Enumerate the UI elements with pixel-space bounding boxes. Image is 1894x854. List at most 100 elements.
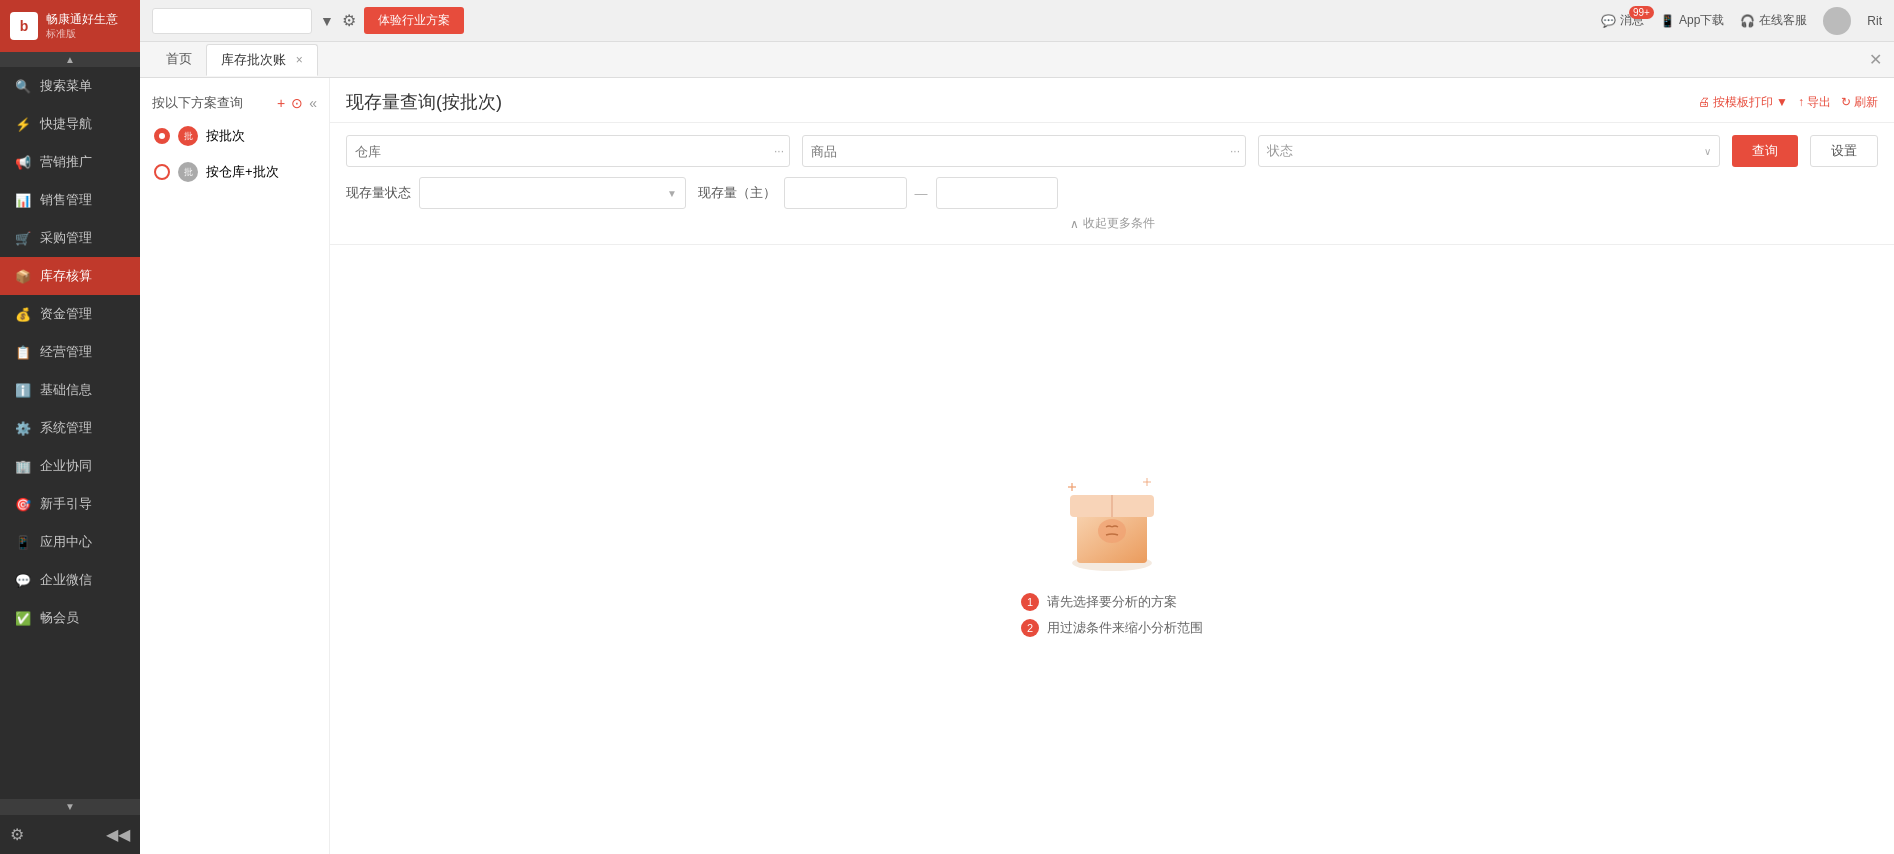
sidebar-item-search[interactable]: 🔍 搜索菜单 xyxy=(0,67,140,105)
hint-num-2: 2 xyxy=(1021,619,1039,637)
status-select[interactable]: 状态 ∨ xyxy=(1258,135,1720,167)
message-btn[interactable]: 💬 消息 99+ xyxy=(1601,12,1644,29)
empty-illustration xyxy=(1052,463,1172,573)
headphone-icon: 🎧 xyxy=(1740,14,1755,28)
sidebar-item-appstore[interactable]: 📱 应用中心 xyxy=(0,523,140,561)
goods-input[interactable] xyxy=(802,135,1246,167)
sidebar-item-label: 资金管理 xyxy=(40,305,92,323)
query-btn[interactable]: 查询 xyxy=(1732,135,1798,167)
export-btn[interactable]: ↑ 导出 xyxy=(1798,94,1831,111)
message-badge: 99+ xyxy=(1629,6,1654,19)
topbar-gear-btn[interactable]: ⚙ xyxy=(342,11,356,30)
sidebar-item-basic[interactable]: ℹ️ 基础信息 xyxy=(0,371,140,409)
panel-collapse-btn[interactable]: « xyxy=(309,95,317,111)
hint-item-1: 1 请先选择要分析的方案 xyxy=(1021,593,1203,611)
sidebar-item-label: 系统管理 xyxy=(40,419,92,437)
hint-num-1: 1 xyxy=(1021,593,1039,611)
collapse-button[interactable]: ◀◀ xyxy=(106,825,130,844)
sidebar-item-system[interactable]: ⚙️ 系统管理 xyxy=(0,409,140,447)
column-settings-btn[interactable]: 设置 xyxy=(1810,135,1878,167)
sidebar-item-newbie[interactable]: 🎯 新手引导 xyxy=(0,485,140,523)
warehouse-input[interactable] xyxy=(346,135,790,167)
collapse-more-btn[interactable]: ∧ 收起更多条件 xyxy=(346,209,1878,232)
sidebar-nav: 🔍 搜索菜单 ⚡ 快捷导航 📢 营销推广 📊 销售管理 🛒 采购管理 📦 库存核… xyxy=(0,67,140,799)
tab-close-btn[interactable]: × xyxy=(296,53,303,67)
stock-qty-max-input[interactable] xyxy=(936,177,1059,209)
sidebar-item-marketing[interactable]: 📢 营销推广 xyxy=(0,143,140,181)
sidebar-item-label: 企业微信 xyxy=(40,571,92,589)
filter-row-2: 现存量状态 ▼ 现存量（主） — xyxy=(346,177,1878,209)
app-download-btn[interactable]: 📱 App下载 xyxy=(1660,12,1724,29)
sidebar-item-label: 畅会员 xyxy=(40,609,79,627)
appstore-icon: 📱 xyxy=(14,533,32,551)
plan-label-batch: 按批次 xyxy=(206,127,245,145)
sidebar-item-purchase[interactable]: 🛒 采购管理 xyxy=(0,219,140,257)
filter-row-1: ··· ··· 状态 ∨ 查询 xyxy=(346,135,1878,167)
panel-actions: + ⊙ « xyxy=(277,95,317,111)
sidebar-item-shortcut[interactable]: ⚡ 快捷导航 xyxy=(0,105,140,143)
hint-item-2: 2 用过滤条件来缩小分析范围 xyxy=(1021,619,1203,637)
plan-radio-batch xyxy=(154,128,170,144)
sidebar-item-member[interactable]: ✅ 畅会员 xyxy=(0,599,140,637)
settings-button[interactable]: ⚙ xyxy=(10,825,24,844)
sidebar-item-finance[interactable]: 💰 资金管理 xyxy=(0,295,140,333)
goods-more-icon[interactable]: ··· xyxy=(1230,144,1240,158)
sidebar-item-label: 采购管理 xyxy=(40,229,92,247)
sidebar-scroll-down[interactable]: ▼ xyxy=(0,799,140,814)
status-arrow-icon: ∨ xyxy=(1704,146,1711,157)
stock-status-arrow-icon: ▼ xyxy=(667,188,677,199)
sidebar-item-operations[interactable]: 📋 经营管理 xyxy=(0,333,140,371)
sidebar-item-enterprise[interactable]: 🏢 企业协同 xyxy=(0,447,140,485)
print-label: 按模板打印 xyxy=(1713,94,1773,111)
service-btn[interactable]: 🎧 在线客服 xyxy=(1740,12,1807,29)
sidebar-item-label: 营销推广 xyxy=(40,153,92,171)
sidebar: b 畅康通好生意 标准版 ▲ 🔍 搜索菜单 ⚡ 快捷导航 📢 营销推广 📊 销售… xyxy=(0,0,140,854)
sidebar-item-sales[interactable]: 📊 销售管理 xyxy=(0,181,140,219)
print-btn[interactable]: 🖨 按模板打印 ▼ xyxy=(1698,94,1788,111)
operations-icon: 📋 xyxy=(14,343,32,361)
warehouse-more-icon[interactable]: ··· xyxy=(774,144,784,158)
stock-qty-label: 现存量（主） xyxy=(698,184,776,202)
panel-header: 按以下方案查询 + ⊙ « xyxy=(140,88,329,118)
sidebar-item-label: 库存核算 xyxy=(40,267,92,285)
plan-item-batch[interactable]: 批 按批次 xyxy=(140,118,329,154)
filter-area: ··· ··· 状态 ∨ 查询 xyxy=(330,123,1894,245)
empty-state: 1 请先选择要分析的方案 2 用过滤条件来缩小分析范围 xyxy=(330,245,1894,854)
sidebar-item-wechat[interactable]: 💬 企业微信 xyxy=(0,561,140,599)
sidebar-item-label: 应用中心 xyxy=(40,533,92,551)
topbar-search-input[interactable] xyxy=(152,8,312,34)
sidebar-scroll-up[interactable]: ▲ xyxy=(0,52,140,67)
tab-area-close-btn[interactable]: ✕ xyxy=(1869,50,1882,69)
stock-status-select[interactable]: ▼ xyxy=(419,177,686,209)
plan-icon-batch: 批 xyxy=(178,126,198,146)
username: Rit xyxy=(1867,14,1882,28)
panel-title: 按以下方案查询 xyxy=(152,94,243,112)
goods-filter: ··· xyxy=(802,135,1246,167)
finance-icon: 💰 xyxy=(14,305,32,323)
warehouse-input-wrap: ··· xyxy=(346,135,790,167)
sidebar-item-label: 快捷导航 xyxy=(40,115,92,133)
stock-qty-min-input[interactable] xyxy=(784,177,907,209)
plan-item-warehouse-batch[interactable]: 批 按仓库+批次 xyxy=(140,154,329,190)
sidebar-header: b 畅康通好生意 标准版 xyxy=(0,0,140,52)
topbar-dropdown-btn[interactable]: ▼ xyxy=(320,13,334,29)
inventory-icon: 📦 xyxy=(14,267,32,285)
tab-label: 库存批次账 xyxy=(221,52,286,67)
newbie-icon: 🎯 xyxy=(14,495,32,513)
app-download-label: App下载 xyxy=(1679,12,1724,29)
sidebar-item-label: 新手引导 xyxy=(40,495,92,513)
export-label: 导出 xyxy=(1807,94,1831,111)
plan-label-warehouse: 按仓库+批次 xyxy=(206,163,279,181)
refresh-btn[interactable]: ↻ 刷新 xyxy=(1841,94,1878,111)
tab-bar: 首页 库存批次账 × ✕ xyxy=(140,42,1894,78)
app-name: 畅康通好生意 xyxy=(46,11,118,28)
tab-home[interactable]: 首页 xyxy=(152,44,206,76)
add-plan-btn[interactable]: + xyxy=(277,95,285,111)
industry-btn[interactable]: 体验行业方案 xyxy=(364,7,464,34)
tab-inventory-batch[interactable]: 库存批次账 × xyxy=(206,44,318,76)
topbar-right: 💬 消息 99+ 📱 App下载 🎧 在线客服 Rit xyxy=(1601,7,1882,35)
avatar[interactable] xyxy=(1823,7,1851,35)
plan-settings-btn[interactable]: ⊙ xyxy=(291,95,303,111)
basic-icon: ℹ️ xyxy=(14,381,32,399)
sidebar-item-inventory[interactable]: 📦 库存核算 xyxy=(0,257,140,295)
